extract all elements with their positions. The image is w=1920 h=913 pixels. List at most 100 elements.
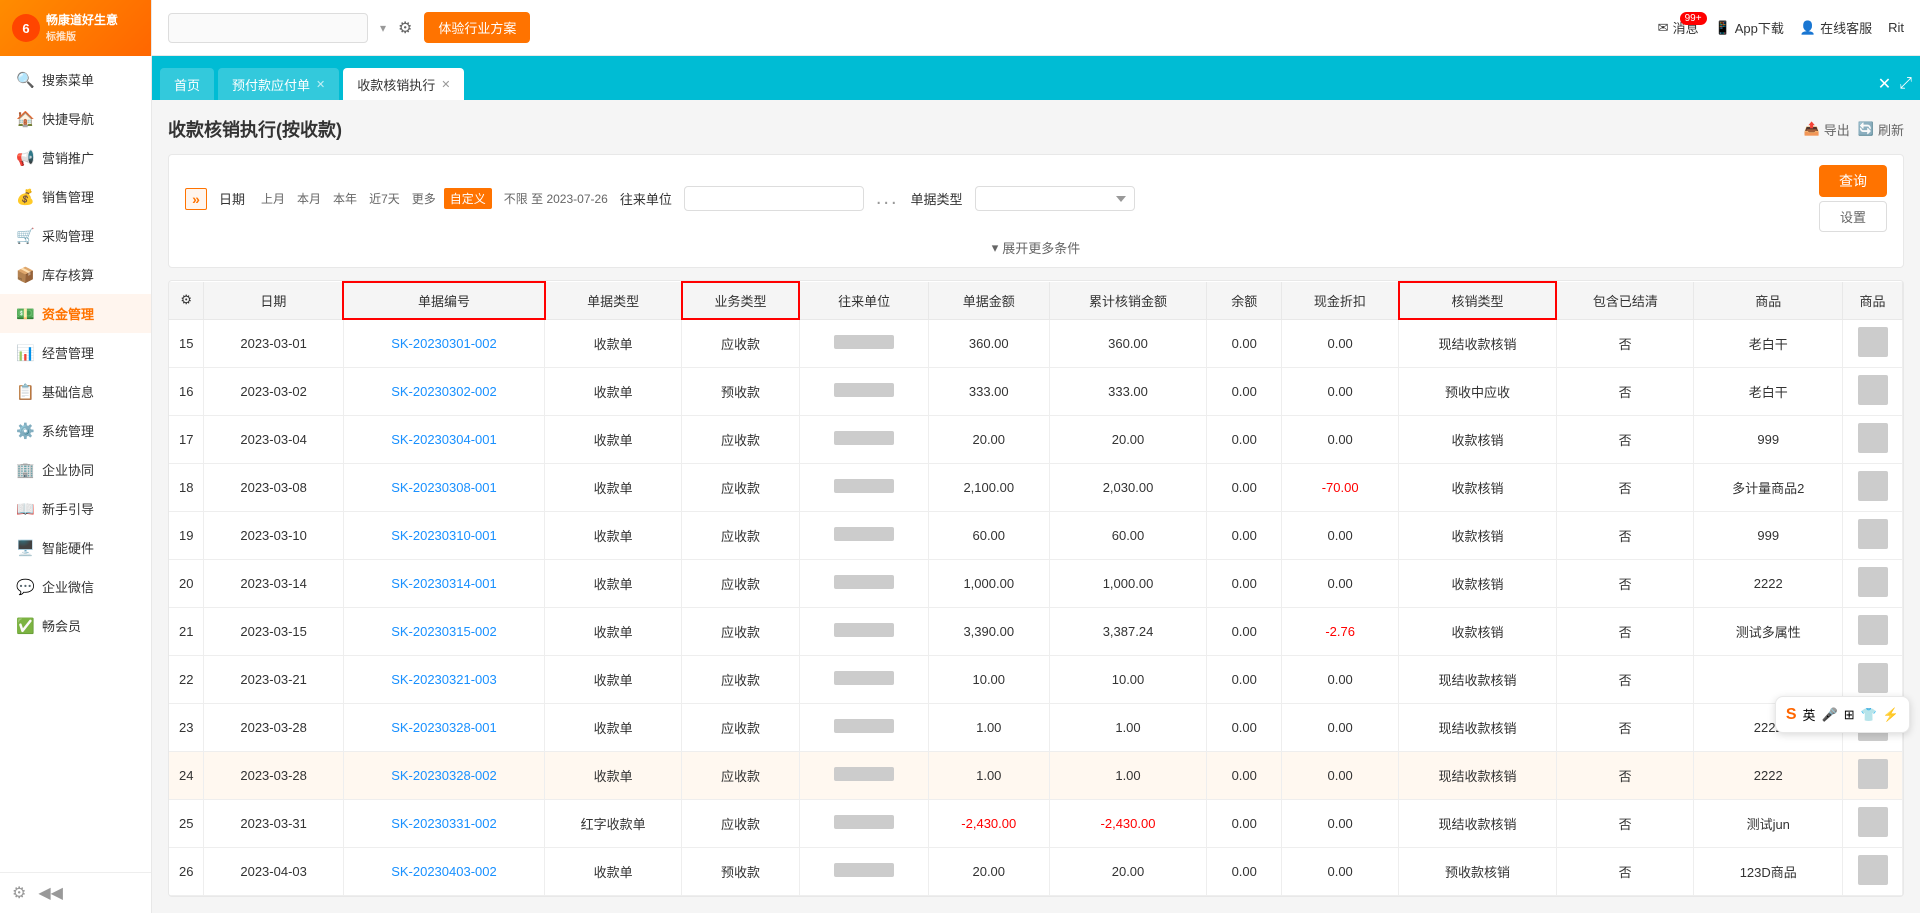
float-apps-icon[interactable]: ⚡: [1883, 707, 1899, 723]
cell-biz-type: 预收款: [682, 367, 800, 415]
doc-no-link[interactable]: SK-20230301-002: [391, 336, 497, 351]
refresh-icon: 🔄: [1858, 121, 1874, 137]
sidebar-item-search[interactable]: 🔍搜索菜单: [0, 60, 151, 99]
cell-no: 25: [169, 799, 204, 847]
float-shirt-icon[interactable]: 👕: [1861, 707, 1877, 723]
this-year-btn[interactable]: 本年: [329, 188, 361, 209]
more-filters-dots[interactable]: ...: [876, 187, 899, 210]
message-button[interactable]: ✉ 消息 99+: [1658, 18, 1699, 37]
cell-discount: 0.00: [1282, 415, 1399, 463]
float-label: 英: [1803, 705, 1816, 724]
online-service-link[interactable]: 👤 在线客服: [1800, 18, 1872, 37]
table-row: 16 2023-03-02 SK-20230302-002 收款单 预收款 33…: [169, 367, 1903, 415]
doc-no-link[interactable]: SK-20230310-001: [391, 528, 497, 543]
float-grid-icon[interactable]: ⊞: [1844, 707, 1855, 723]
settings-icon[interactable]: ⚙: [12, 883, 26, 903]
last-month-btn[interactable]: 上月: [257, 188, 289, 209]
cell-settle-type: 收款核销: [1399, 607, 1557, 655]
float-widget: S 英 🎤 ⊞ 👕 ⚡: [1775, 696, 1910, 733]
th-doc-no: 单据编号: [343, 282, 544, 319]
more-date-btn[interactable]: 更多: [408, 188, 440, 209]
partner-input[interactable]: [684, 186, 864, 211]
last-7days-btn[interactable]: 近7天: [365, 188, 404, 209]
sidebar-item-sales[interactable]: 💰销售管理: [0, 177, 151, 216]
cell-product1: 2222: [1694, 559, 1843, 607]
cell-settle-type: 现结收款核销: [1399, 751, 1557, 799]
export-button[interactable]: 📤 导出: [1804, 120, 1850, 139]
sidebar-item-capital[interactable]: 💵资金管理: [0, 294, 151, 333]
cell-doc-no: SK-20230308-001: [343, 463, 544, 511]
user-name[interactable]: Rit: [1888, 20, 1904, 35]
custom-date-btn[interactable]: 自定义: [444, 188, 492, 209]
doc-no-link[interactable]: SK-20230328-002: [391, 768, 497, 783]
sidebar-item-wechat[interactable]: 💬企业微信: [0, 567, 151, 606]
sidebar-item-corp[interactable]: 🏢企业协同: [0, 450, 151, 489]
solution-button[interactable]: 体验行业方案: [424, 12, 530, 43]
app-logo: 6 畅康道好生意 标推版: [0, 0, 151, 56]
sidebar-item-system[interactable]: ⚙️系统管理: [0, 411, 151, 450]
sidebar-item-purchase[interactable]: 🛒采购管理: [0, 216, 151, 255]
cell-biz-type: 应收款: [682, 415, 800, 463]
sidebar-item-guide[interactable]: 📖新手引导: [0, 489, 151, 528]
cell-product1: 123D商品: [1694, 847, 1843, 895]
doc-no-link[interactable]: SK-20230308-001: [391, 480, 497, 495]
sidebar-item-member[interactable]: ✅畅会员: [0, 606, 151, 645]
doc-no-link[interactable]: SK-20230314-001: [391, 576, 497, 591]
th-gear[interactable]: ⚙: [169, 282, 204, 319]
cell-settle-type: 现结收款核销: [1399, 655, 1557, 703]
doc-no-link[interactable]: SK-20230328-001: [391, 720, 497, 735]
product-img: [1858, 519, 1888, 549]
settings-button[interactable]: 设置: [1819, 201, 1887, 232]
search-input[interactable]: [168, 13, 368, 43]
close-tab-icon[interactable]: ✕: [1878, 74, 1891, 94]
sidebar-item-basic[interactable]: 📋基础信息: [0, 372, 151, 411]
tab-label-home: 首页: [174, 75, 200, 94]
tab-home[interactable]: 首页: [160, 68, 214, 100]
sidebar-item-quick[interactable]: 🏠快捷导航: [0, 99, 151, 138]
this-month-btn[interactable]: 本月: [293, 188, 325, 209]
tab-close-prepay[interactable]: ✕: [316, 78, 325, 91]
sidebar-icon-basic: 📋: [16, 383, 34, 401]
expand-icon[interactable]: ⤢: [1899, 75, 1912, 93]
masked-partner: [834, 431, 894, 445]
cell-product2: [1843, 463, 1903, 511]
doc-no-link[interactable]: SK-20230302-002: [391, 384, 497, 399]
query-button[interactable]: 查询: [1819, 165, 1887, 197]
cell-amount: 333.00: [928, 367, 1049, 415]
cell-doc-no: SK-20230328-001: [343, 703, 544, 751]
cell-discount: 0.00: [1282, 559, 1399, 607]
doc-no-link[interactable]: SK-20230304-001: [391, 432, 497, 447]
tab-reconcile[interactable]: 收款核销执行✕: [343, 68, 464, 100]
masked-partner: [834, 383, 894, 397]
tab-prepay[interactable]: 预付款应付单✕: [218, 68, 339, 100]
cell-settle-type: 现结收款核销: [1399, 799, 1557, 847]
tab-close-reconcile[interactable]: ✕: [441, 78, 450, 91]
doc-type-select[interactable]: [975, 186, 1135, 211]
expand-more-button[interactable]: ▾ 展开更多条件: [185, 238, 1887, 257]
doc-no-link[interactable]: SK-20230321-003: [391, 672, 497, 687]
sidebar-item-marketing[interactable]: 📢营销推广: [0, 138, 151, 177]
sidebar-item-inventory[interactable]: 📦库存核算: [0, 255, 151, 294]
sidebar-item-operation[interactable]: 📊经营管理: [0, 333, 151, 372]
gear-icon[interactable]: ⚙: [398, 18, 412, 38]
cell-writeoff: 3,387.24: [1049, 607, 1207, 655]
doc-no-link[interactable]: SK-20230403-002: [391, 864, 497, 879]
float-mic-icon[interactable]: 🎤: [1822, 707, 1838, 723]
doc-no-link[interactable]: SK-20230331-002: [391, 816, 497, 831]
table-row: 27 2023-04-08 SK-20230408-001 收款单 应收款 10…: [169, 895, 1903, 897]
collapse-icon[interactable]: ◀◀: [38, 883, 63, 903]
table-row: 24 2023-03-28 SK-20230328-002 收款单 应收款 1.…: [169, 751, 1903, 799]
sidebar-item-hardware[interactable]: 🖥️智能硬件: [0, 528, 151, 567]
cell-no: 18: [169, 463, 204, 511]
product-img: [1858, 663, 1888, 693]
app-download-link[interactable]: 📱 App下载: [1715, 18, 1784, 37]
filter-expand-button[interactable]: »: [185, 188, 207, 210]
dropdown-arrow-icon[interactable]: ▾: [380, 21, 386, 35]
table-row: 19 2023-03-10 SK-20230310-001 收款单 应收款 60…: [169, 511, 1903, 559]
cell-no: 21: [169, 607, 204, 655]
refresh-button[interactable]: 🔄 刷新: [1858, 120, 1904, 139]
doc-no-link[interactable]: SK-20230315-002: [391, 624, 497, 639]
sidebar-label-corp: 企业协同: [42, 460, 94, 479]
cell-amount: 3,390.00: [928, 607, 1049, 655]
cell-doc-no: SK-20230408-001: [343, 895, 544, 897]
